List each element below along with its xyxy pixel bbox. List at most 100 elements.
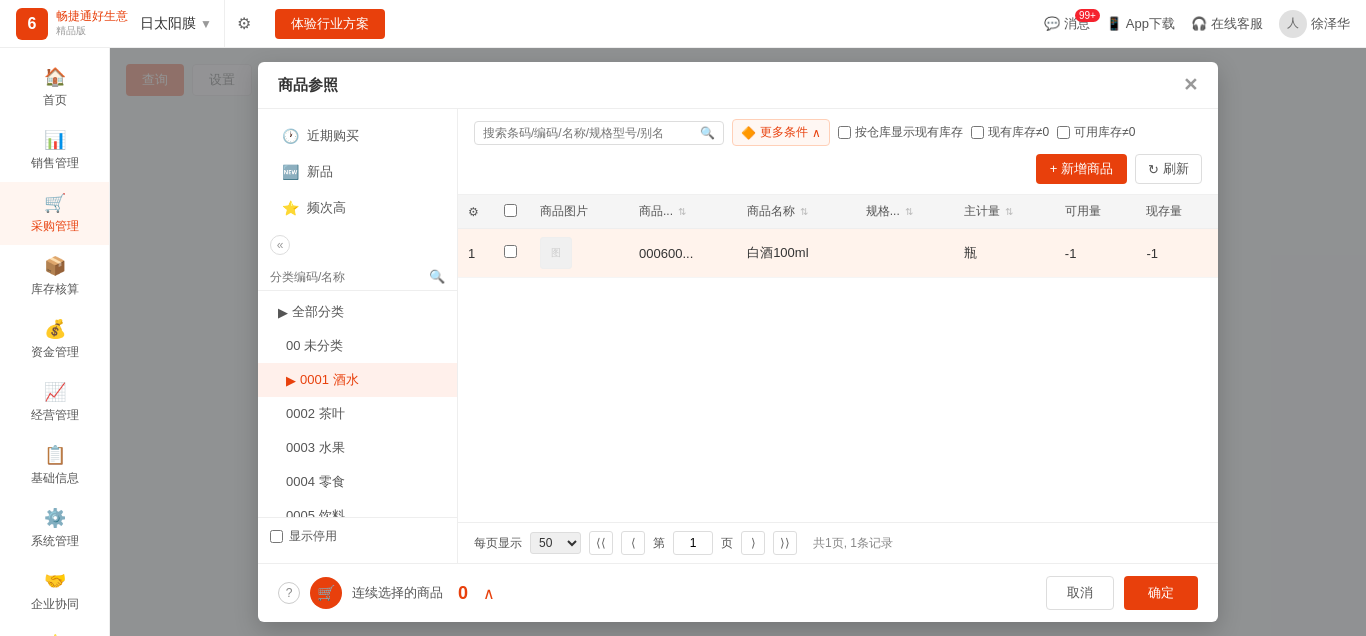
home-icon: 🏠: [44, 66, 66, 88]
product-thumbnail: 图: [540, 237, 572, 269]
category-0004[interactable]: 0004 零食: [258, 465, 457, 499]
user-avatar-item[interactable]: 人 徐泽华: [1279, 10, 1350, 38]
product-stock: -1: [1136, 229, 1218, 278]
available-stock-checkbox[interactable]: [1057, 126, 1070, 139]
product-available: -1: [1055, 229, 1137, 278]
purchase-icon: 🛒: [44, 192, 66, 214]
inventory-icon: 📦: [44, 255, 66, 277]
product-table: ⚙ 商品图片 商品...: [458, 195, 1218, 278]
customer-service-nav-item[interactable]: 🎧 在线客服: [1191, 15, 1263, 33]
refresh-button[interactable]: ↻ 刷新: [1135, 154, 1202, 184]
cart-count: 0: [453, 583, 473, 604]
nav-selector[interactable]: 日太阳膜 ▼: [128, 0, 225, 47]
search-icon: 🔍: [700, 126, 715, 140]
page-suffix: 页: [721, 535, 733, 552]
modal-footer: ? 🛒 连续选择的商品 0 ∧ 取消 确定: [258, 563, 1218, 622]
mobile-icon: 📱: [1106, 16, 1122, 31]
unit-col-header[interactable]: 主计量 ⇅: [954, 195, 1055, 229]
category-0001[interactable]: ▶ 0001 酒水: [258, 363, 457, 397]
footer-buttons: 取消 确定: [1046, 576, 1198, 610]
collapse-cart-icon[interactable]: ∧: [483, 584, 495, 603]
first-page-button[interactable]: ⟨⟨: [589, 531, 613, 555]
operations-icon: 📈: [44, 381, 66, 403]
spec-col-header[interactable]: 规格... ⇅: [856, 195, 954, 229]
new-icon: 🆕: [282, 164, 299, 180]
product-code: 000600...: [629, 229, 737, 278]
table-body: 1 图 000600... 白酒100ml: [458, 229, 1218, 278]
stock-col-header[interactable]: 现存量: [1136, 195, 1218, 229]
category-search-input[interactable]: [270, 270, 425, 284]
toolbar-right-actions: + 新增商品 ↻ 刷新: [1036, 154, 1202, 184]
sidebar-item-guide[interactable]: 🌟 新手引导: [0, 623, 109, 636]
modal-overlay: 商品参照 ✕ 🕐 近期购买 🆕: [110, 48, 1366, 636]
sidebar-item-basic-info[interactable]: 📋 基础信息: [0, 434, 109, 497]
table-row[interactable]: 1 图 000600... 白酒100ml: [458, 229, 1218, 278]
select-all-checkbox[interactable]: [504, 204, 517, 217]
sidebar-item-sales[interactable]: 📊 销售管理: [0, 119, 109, 182]
messages-nav-item[interactable]: 💬 消息 99+: [1044, 15, 1090, 33]
category-0003[interactable]: 0003 水果: [258, 431, 457, 465]
modal-title: 商品参照: [278, 76, 338, 95]
trial-button[interactable]: 体验行业方案: [275, 9, 385, 39]
clock-icon: 🕐: [282, 128, 299, 144]
name-col-header[interactable]: 商品名称 ⇅: [737, 195, 856, 229]
frequent-label: 频次高: [307, 199, 346, 217]
next-page-button[interactable]: ⟩: [741, 531, 765, 555]
per-page-label: 每页显示: [474, 535, 522, 552]
category-0002[interactable]: 0002 茶叶: [258, 397, 457, 431]
chevron-up-icon: ∧: [812, 126, 821, 140]
sidebar-item-label: 库存核算: [31, 281, 79, 298]
sidebar-item-purchase[interactable]: 🛒 采购管理: [0, 182, 109, 245]
warehouse-stock-filter[interactable]: 按仓库显示现有库存: [838, 124, 963, 141]
available-col-header[interactable]: 可用量: [1055, 195, 1137, 229]
image-col-header: 商品图片: [530, 195, 629, 229]
help-icon[interactable]: ?: [278, 582, 300, 604]
sort-icon: ⇅: [905, 206, 913, 217]
display-disabled-label: 显示停用: [289, 528, 337, 545]
sort-icon: ⇅: [1005, 206, 1013, 217]
last-page-button[interactable]: ⟩⟩: [773, 531, 797, 555]
collapse-panel-button[interactable]: «: [270, 235, 290, 255]
sidebar-item-operations[interactable]: 📈 经营管理: [0, 371, 109, 434]
category-all[interactable]: ▶ 全部分类: [258, 295, 457, 329]
sidebar-item-enterprise[interactable]: 🤝 企业协同: [0, 560, 109, 623]
warehouse-stock-checkbox[interactable]: [838, 126, 851, 139]
nonzero-stock-checkbox[interactable]: [971, 126, 984, 139]
category-search-icon[interactable]: 🔍: [429, 269, 445, 284]
category-0005[interactable]: 0005 饮料: [258, 499, 457, 517]
per-page-select[interactable]: 50 100: [530, 532, 581, 554]
product-unit: 瓶: [954, 229, 1055, 278]
code-col-header[interactable]: 商品... ⇅: [629, 195, 737, 229]
app-download-nav-item[interactable]: 📱 App下载: [1106, 15, 1175, 33]
sidebar-item-home[interactable]: 🏠 首页: [0, 56, 109, 119]
row-index: 1: [458, 229, 494, 278]
product-search-input[interactable]: [483, 126, 696, 140]
sidebar-item-inventory[interactable]: 📦 库存核算: [0, 245, 109, 308]
nonzero-stock-label: 现有库存≠0: [988, 124, 1049, 141]
product-table-area: ⚙ 商品图片 商品...: [458, 195, 1218, 522]
nonzero-stock-filter[interactable]: 现有库存≠0: [971, 124, 1049, 141]
add-product-button[interactable]: + 新增商品: [1036, 154, 1127, 184]
filter-label: 更多条件: [760, 124, 808, 141]
row-checkbox[interactable]: [504, 245, 517, 258]
sidebar-item-finance[interactable]: 💰 资金管理: [0, 308, 109, 371]
sort-icon: ⇅: [800, 206, 808, 217]
cancel-button[interactable]: 取消: [1046, 576, 1114, 610]
recent-purchase-item[interactable]: 🕐 近期购买: [270, 119, 445, 153]
pagination-bar: 每页显示 50 100 ⟨⟨ ⟨ 第 页 ⟩ ⟩⟩: [458, 522, 1218, 563]
confirm-button[interactable]: 确定: [1124, 576, 1198, 610]
frequent-item[interactable]: ⭐ 频次高: [270, 191, 445, 225]
available-stock-filter[interactable]: 可用库存≠0: [1057, 124, 1135, 141]
headset-icon: 🎧: [1191, 16, 1207, 31]
settings-icon[interactable]: ⚙: [225, 14, 263, 33]
sidebar-item-system[interactable]: ⚙️ 系统管理: [0, 497, 109, 560]
more-conditions-button[interactable]: 🔶 更多条件 ∧: [732, 119, 830, 146]
product-search-box[interactable]: 🔍: [474, 121, 724, 145]
new-product-item[interactable]: 🆕 新品: [270, 155, 445, 189]
category-00[interactable]: 00 未分类: [258, 329, 457, 363]
display-disabled-checkbox[interactable]: [270, 530, 283, 543]
current-page-input[interactable]: [673, 531, 713, 555]
prev-page-button[interactable]: ⟨: [621, 531, 645, 555]
chevron-down-icon: ▼: [200, 17, 212, 31]
close-button[interactable]: ✕: [1183, 74, 1198, 96]
